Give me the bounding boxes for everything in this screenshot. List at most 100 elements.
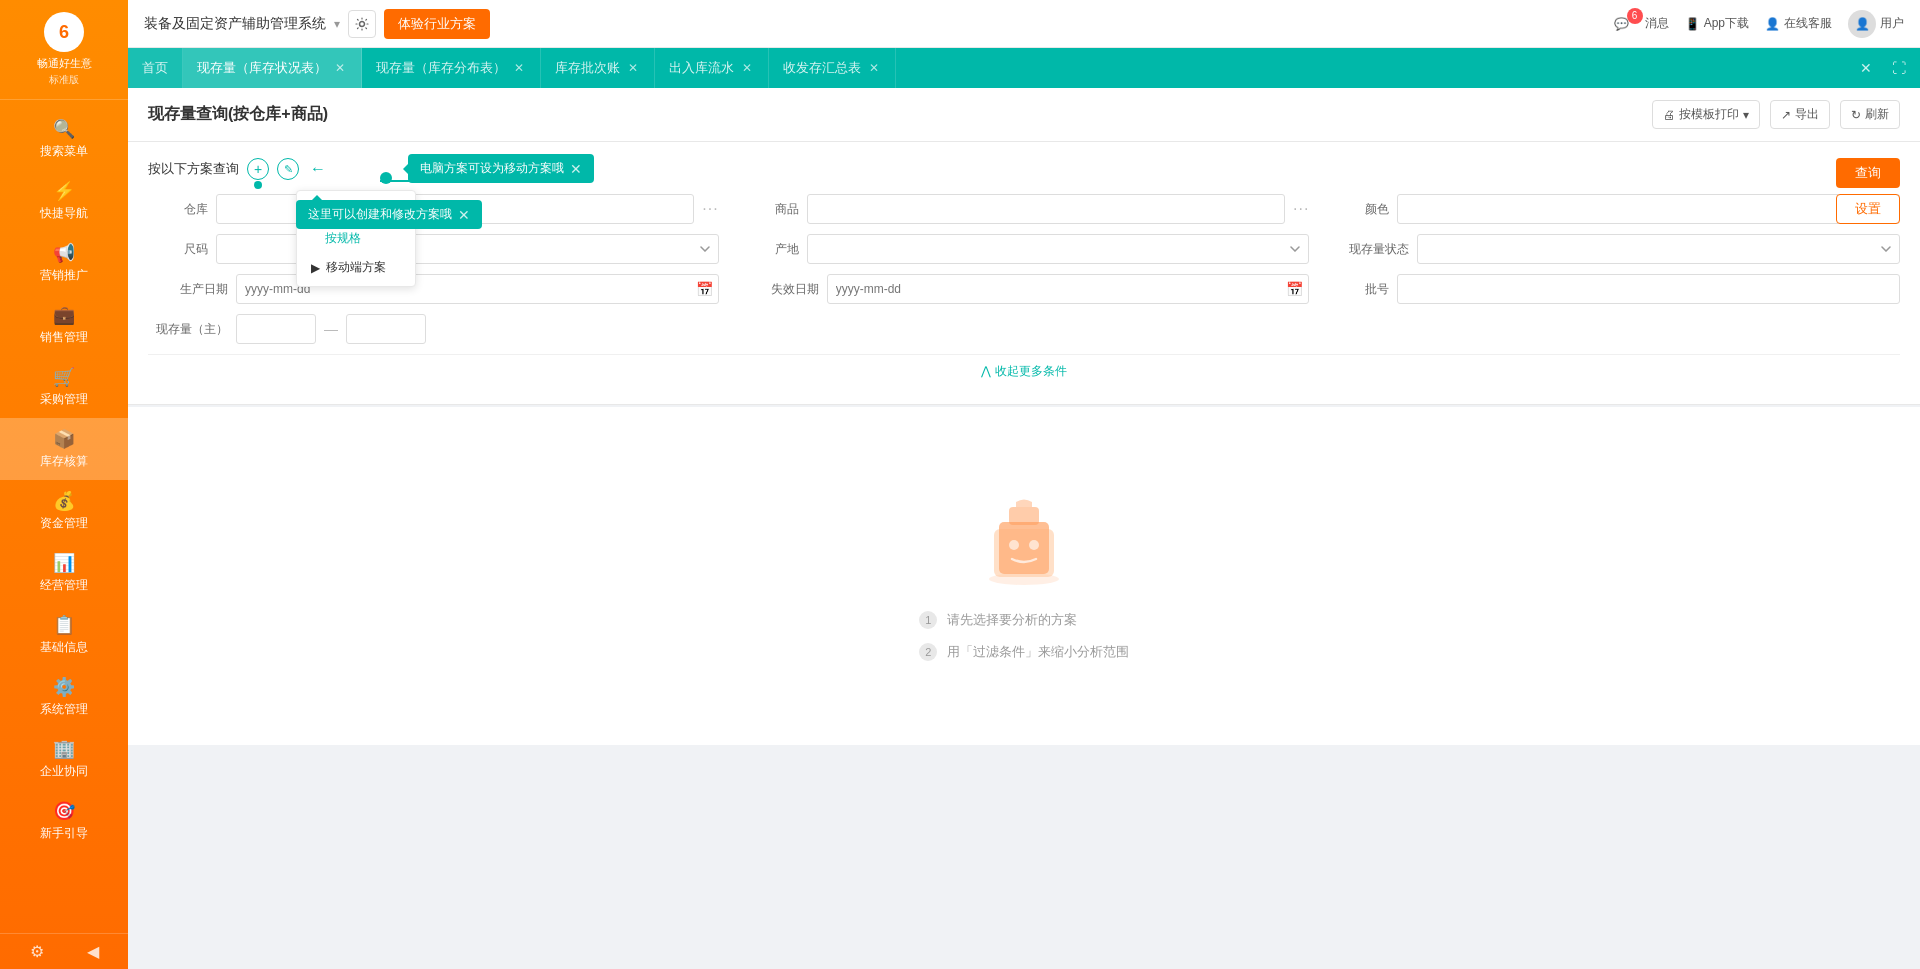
tooltip-mobile-schema: 电脑方案可设为移动方案哦 ✕ xyxy=(408,154,594,183)
tooltip2-close-btn[interactable]: ✕ xyxy=(458,207,470,223)
message-action[interactable]: 💬 6 消息 xyxy=(1614,15,1669,32)
inventory-max-input[interactable] xyxy=(346,314,426,344)
basic-info-icon: 📋 xyxy=(53,614,75,636)
expire-date-calendar-icon[interactable]: 📅 xyxy=(1286,281,1303,297)
sidebar-item-guide[interactable]: 🎯 新手引导 xyxy=(0,790,128,852)
tab-inout-flow-close[interactable]: ✕ xyxy=(740,59,754,77)
sidebar-item-label: 库存核算 xyxy=(40,453,88,470)
size-field: 尺码 xyxy=(148,234,719,264)
warehouse-dots[interactable]: ··· xyxy=(702,200,718,218)
settings-bottom-btn[interactable]: ⚙ xyxy=(30,942,44,961)
color-field: 颜色 xyxy=(1329,194,1900,224)
app-download-action[interactable]: 📱 App下载 xyxy=(1685,15,1749,32)
goods-dots[interactable]: ··· xyxy=(1293,200,1309,218)
tab-batch-ledger-close[interactable]: ✕ xyxy=(626,59,640,77)
origin-select[interactable] xyxy=(807,234,1310,264)
produce-date-start-calendar-icon[interactable]: 📅 xyxy=(696,281,713,297)
color-select[interactable] xyxy=(1397,194,1900,224)
sidebar: 6 畅通好生意 标准版 🔍 搜索菜单 ⚡ 快捷导航 📢 营销推广 💼 销售管理 … xyxy=(0,0,128,969)
add-schema-btn[interactable]: + xyxy=(247,158,269,180)
tooltip1-close-btn[interactable]: ✕ xyxy=(570,161,582,177)
stock-status-select[interactable] xyxy=(1417,234,1900,264)
expand-tab-btn[interactable]: ⛶ xyxy=(1886,56,1912,80)
header-settings-btn[interactable] xyxy=(348,10,376,38)
page-title: 现存量查询(按仓库+商品) xyxy=(148,104,328,125)
tab-inout-flow[interactable]: 出入库流水 ✕ xyxy=(655,48,769,88)
back-schema-btn[interactable]: ← xyxy=(307,158,329,180)
origin-label: 产地 xyxy=(739,241,799,258)
print-icon: 🖨 xyxy=(1663,108,1675,122)
sidebar-item-search[interactable]: 🔍 搜索菜单 xyxy=(0,108,128,170)
produce-date-field: 生产日期 📅 xyxy=(148,274,719,304)
print-btn[interactable]: 🖨 按模板打印 ▾ xyxy=(1652,100,1760,129)
sales-icon: 💼 xyxy=(53,304,75,326)
batch-input[interactable] xyxy=(1397,274,1900,304)
edit-schema-btn[interactable]: ✎ xyxy=(277,158,299,180)
collapse-conditions-btn[interactable]: ⋀ 收起更多条件 xyxy=(148,354,1900,388)
service-icon: 👤 xyxy=(1765,17,1780,31)
tab-inventory-status[interactable]: 现存量（库存状况表） ✕ xyxy=(183,48,362,88)
tab-collect-send[interactable]: 收发存汇总表 ✕ xyxy=(769,48,896,88)
inventory-min-input[interactable] xyxy=(236,314,316,344)
tab-batch-ledger-label: 库存批次账 xyxy=(555,59,620,77)
tab-bar: 首页 现存量（库存状况表） ✕ 现存量（库存分布表） ✕ 库存批次账 ✕ 出入库… xyxy=(128,48,1920,88)
schema-pc-sub-label: 按规格 xyxy=(325,230,361,247)
sidebar-item-operations[interactable]: 📊 经营管理 xyxy=(0,542,128,604)
tab-inout-flow-label: 出入库流水 xyxy=(669,59,734,77)
tab-inventory-status-close[interactable]: ✕ xyxy=(333,59,347,77)
sidebar-item-marketing[interactable]: 📢 营销推广 xyxy=(0,232,128,294)
experience-btn[interactable]: 体验行业方案 xyxy=(384,9,490,39)
sidebar-item-finance[interactable]: 💰 资金管理 xyxy=(0,480,128,542)
expire-date-input[interactable] xyxy=(827,274,1310,304)
user-avatar: 👤 xyxy=(1848,10,1876,38)
message-badge: 6 xyxy=(1627,8,1643,24)
sidebar-item-enterprise[interactable]: 🏢 企业协同 xyxy=(0,728,128,790)
sidebar-item-quick-nav[interactable]: ⚡ 快捷导航 xyxy=(0,170,128,232)
sidebar-item-label: 营销推广 xyxy=(40,267,88,284)
tab-inventory-dist-close[interactable]: ✕ xyxy=(512,59,526,77)
step2-num: 2 xyxy=(919,643,937,661)
svg-point-5 xyxy=(1029,540,1039,550)
sidebar-item-sales[interactable]: 💼 销售管理 xyxy=(0,294,128,356)
sidebar-item-basic-info[interactable]: 📋 基础信息 xyxy=(0,604,128,666)
online-service-action[interactable]: 👤 在线客服 xyxy=(1765,15,1832,32)
collapse-up-icon: ⋀ xyxy=(981,364,994,378)
size-select[interactable] xyxy=(216,234,719,264)
schema-mobile-item[interactable]: ▶ 移动端方案 xyxy=(297,253,415,282)
sidebar-item-inventory[interactable]: 📦 库存核算 xyxy=(0,418,128,480)
tab-batch-ledger[interactable]: 库存批次账 ✕ xyxy=(541,48,655,88)
system-icon: ⚙️ xyxy=(53,676,75,698)
sidebar-item-label: 快捷导航 xyxy=(40,205,88,222)
tab-inventory-status-label: 现存量（库存状况表） xyxy=(197,59,327,77)
tab-collect-send-close[interactable]: ✕ xyxy=(867,59,881,77)
tab-home[interactable]: 首页 xyxy=(128,48,183,88)
sidebar-item-system[interactable]: ⚙️ 系统管理 xyxy=(0,666,128,728)
sidebar-bottom: ⚙ ◀ xyxy=(0,933,128,969)
export-btn[interactable]: ↗ 导出 xyxy=(1770,100,1830,129)
expire-date-wrap: 📅 xyxy=(827,274,1310,304)
reset-btn[interactable]: 设置 xyxy=(1836,194,1900,224)
system-dropdown-btn[interactable]: ▾ xyxy=(334,17,340,31)
content-area: 现存量查询(按仓库+商品) 🖨 按模板打印 ▾ ↗ 导出 ↻ 刷新 xyxy=(128,88,1920,969)
close-all-tabs-btn[interactable]: ✕ xyxy=(1854,56,1878,80)
warehouse-label: 仓库 xyxy=(148,201,208,218)
sidebar-item-label: 资金管理 xyxy=(40,515,88,532)
refresh-btn[interactable]: ↻ 刷新 xyxy=(1840,100,1900,129)
refresh-label: 刷新 xyxy=(1865,106,1889,123)
goods-input[interactable] xyxy=(807,194,1285,224)
tooltip1-text: 电脑方案可设为移动方案哦 xyxy=(420,160,564,177)
search-btn[interactable]: 查询 xyxy=(1836,158,1900,188)
print-dropdown-icon: ▾ xyxy=(1743,108,1749,122)
sidebar-item-purchase[interactable]: 🛒 采购管理 xyxy=(0,356,128,418)
main-area: 装备及固定资产辅助管理系统 ▾ 体验行业方案 💬 6 消息 📱 App下载 👤 … xyxy=(128,0,1920,969)
tab-collect-send-label: 收发存汇总表 xyxy=(783,59,861,77)
goods-label: 商品 xyxy=(739,201,799,218)
user-action[interactable]: 👤 用户 xyxy=(1848,10,1904,38)
step1-num: 1 xyxy=(919,611,937,629)
app-logo-icon: 6 xyxy=(44,12,84,52)
message-icon: 💬 xyxy=(1614,17,1629,31)
tab-inventory-dist[interactable]: 现存量（库存分布表） ✕ xyxy=(362,48,541,88)
export-label: 导出 xyxy=(1795,106,1819,123)
search-actions: 查询 设置 xyxy=(1836,158,1900,224)
collapse-sidebar-btn[interactable]: ◀ xyxy=(87,942,99,961)
